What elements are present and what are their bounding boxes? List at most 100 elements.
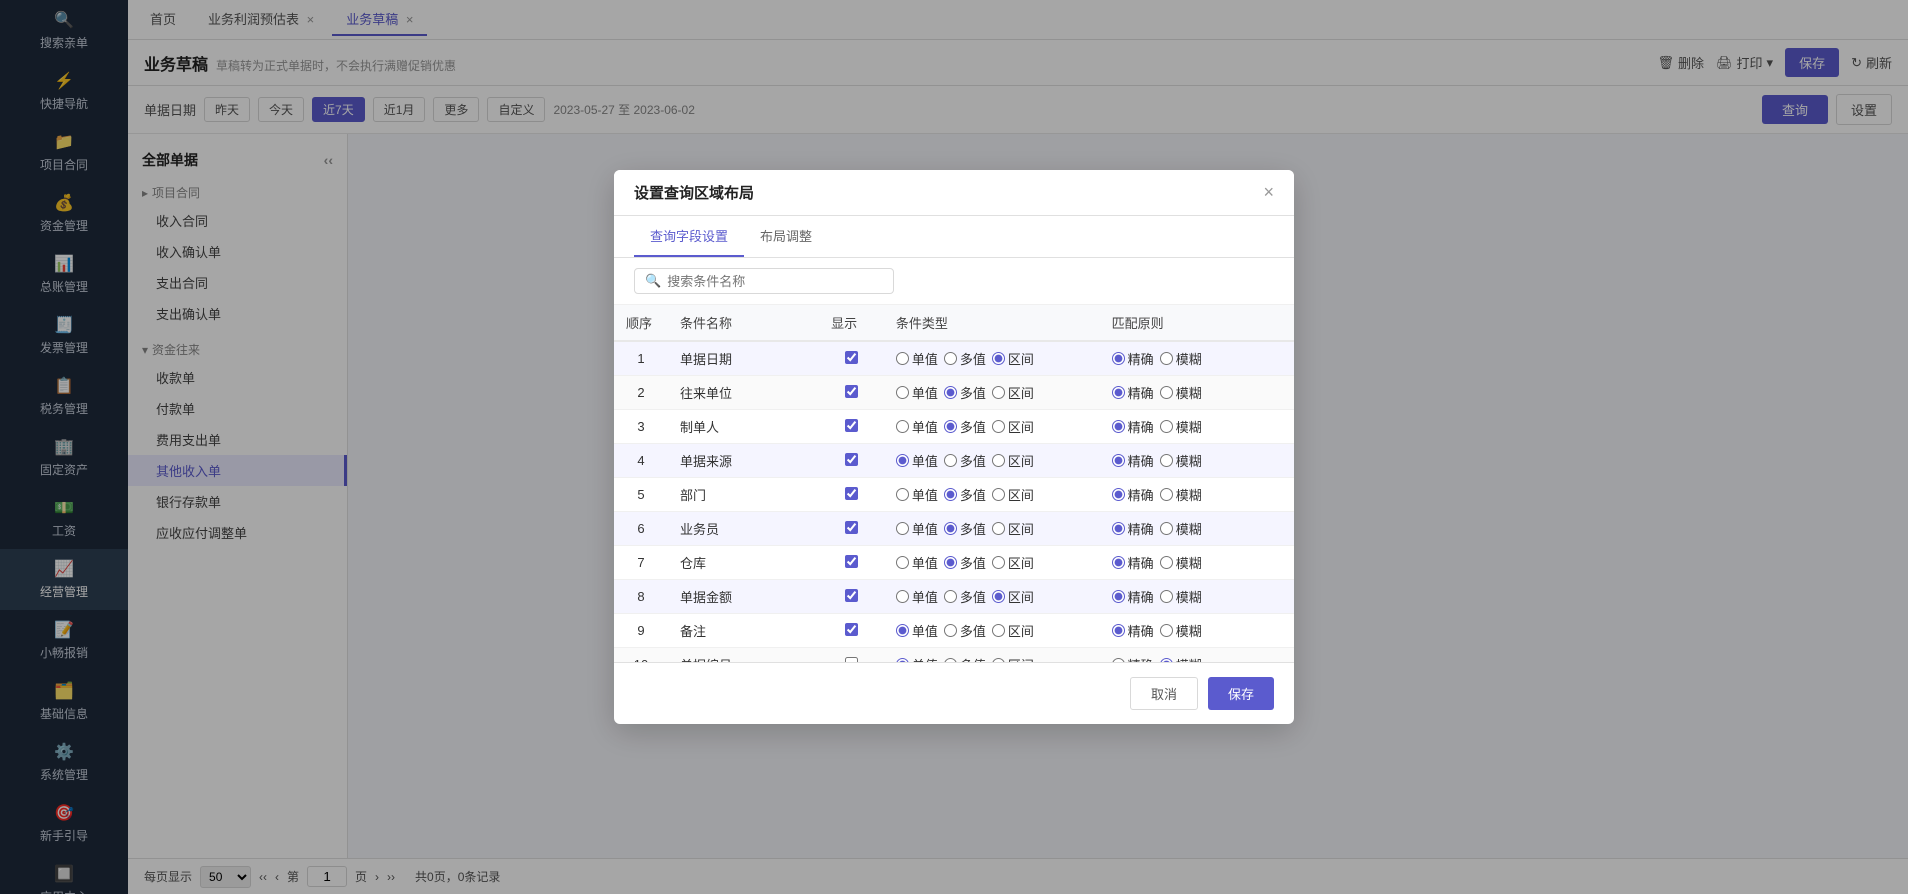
type-radio[interactable] <box>992 454 1005 467</box>
type-radio-label[interactable]: 多值 <box>944 621 986 640</box>
match-radio-label[interactable]: 模糊 <box>1160 587 1202 606</box>
type-radio-label[interactable]: 区间 <box>992 621 1034 640</box>
match-radio-label[interactable]: 模糊 <box>1160 485 1202 504</box>
display-checkbox[interactable] <box>845 657 858 663</box>
type-radio[interactable] <box>944 420 957 433</box>
type-radio[interactable] <box>896 556 909 569</box>
type-radio[interactable] <box>944 590 957 603</box>
match-radio[interactable] <box>1112 386 1125 399</box>
type-radio[interactable] <box>992 624 1005 637</box>
match-radio[interactable] <box>1112 454 1125 467</box>
type-radio[interactable] <box>944 522 957 535</box>
type-radio-label[interactable]: 多值 <box>944 655 986 662</box>
match-radio-label[interactable]: 模糊 <box>1160 621 1202 640</box>
type-radio-label[interactable]: 多值 <box>944 349 986 368</box>
type-radio-label[interactable]: 单值 <box>896 349 938 368</box>
type-radio-label[interactable]: 单值 <box>896 417 938 436</box>
type-radio[interactable] <box>896 658 909 662</box>
type-radio[interactable] <box>944 386 957 399</box>
search-condition-input[interactable] <box>667 274 883 289</box>
type-radio-label[interactable]: 单值 <box>896 451 938 470</box>
type-radio-label[interactable]: 多值 <box>944 553 986 572</box>
match-radio[interactable] <box>1112 590 1125 603</box>
match-radio-label[interactable]: 模糊 <box>1160 349 1202 368</box>
match-radio[interactable] <box>1160 522 1173 535</box>
modal-tab-query-fields[interactable]: 查询字段设置 <box>634 216 744 257</box>
match-radio[interactable] <box>1160 556 1173 569</box>
type-radio[interactable] <box>896 386 909 399</box>
display-checkbox[interactable] <box>845 589 858 602</box>
type-radio[interactable] <box>944 658 957 662</box>
match-radio-label[interactable]: 精确 <box>1112 349 1154 368</box>
match-radio[interactable] <box>1112 420 1125 433</box>
display-checkbox[interactable] <box>845 419 858 432</box>
type-radio-label[interactable]: 多值 <box>944 587 986 606</box>
type-radio[interactable] <box>944 488 957 501</box>
match-radio[interactable] <box>1112 522 1125 535</box>
type-radio-label[interactable]: 区间 <box>992 383 1034 402</box>
type-radio-label[interactable]: 单值 <box>896 519 938 538</box>
match-radio-label[interactable]: 模糊 <box>1160 383 1202 402</box>
match-radio-label[interactable]: 精确 <box>1112 383 1154 402</box>
type-radio[interactable] <box>896 624 909 637</box>
modal-close-button[interactable]: × <box>1263 182 1274 203</box>
type-radio-label[interactable]: 区间 <box>992 485 1034 504</box>
type-radio[interactable] <box>992 420 1005 433</box>
type-radio[interactable] <box>992 590 1005 603</box>
match-radio-label[interactable]: 精确 <box>1112 417 1154 436</box>
match-radio-label[interactable]: 精确 <box>1112 451 1154 470</box>
display-checkbox[interactable] <box>845 555 858 568</box>
match-radio-label[interactable]: 精确 <box>1112 519 1154 538</box>
display-checkbox[interactable] <box>845 453 858 466</box>
display-checkbox[interactable] <box>845 487 858 500</box>
match-radio-label[interactable]: 模糊 <box>1160 451 1202 470</box>
type-radio[interactable] <box>944 624 957 637</box>
display-checkbox[interactable] <box>845 521 858 534</box>
type-radio[interactable] <box>992 658 1005 662</box>
match-radio-label[interactable]: 模糊 <box>1160 519 1202 538</box>
type-radio-label[interactable]: 单值 <box>896 655 938 662</box>
display-checkbox[interactable] <box>845 351 858 364</box>
match-radio[interactable] <box>1112 556 1125 569</box>
type-radio-label[interactable]: 多值 <box>944 485 986 504</box>
type-radio[interactable] <box>992 522 1005 535</box>
match-radio-label[interactable]: 模糊 <box>1160 553 1202 572</box>
type-radio-label[interactable]: 区间 <box>992 349 1034 368</box>
match-radio[interactable] <box>1112 352 1125 365</box>
type-radio-label[interactable]: 区间 <box>992 519 1034 538</box>
match-radio-label[interactable]: 精确 <box>1112 553 1154 572</box>
match-radio[interactable] <box>1112 624 1125 637</box>
type-radio[interactable] <box>992 488 1005 501</box>
display-checkbox[interactable] <box>845 385 858 398</box>
type-radio-label[interactable]: 多值 <box>944 519 986 538</box>
match-radio-label[interactable]: 模糊 <box>1160 655 1202 662</box>
match-radio[interactable] <box>1160 624 1173 637</box>
match-radio[interactable] <box>1112 658 1125 662</box>
type-radio-label[interactable]: 多值 <box>944 417 986 436</box>
modal-save-button[interactable]: 保存 <box>1208 677 1274 710</box>
type-radio-label[interactable]: 区间 <box>992 417 1034 436</box>
type-radio-label[interactable]: 区间 <box>992 587 1034 606</box>
match-radio[interactable] <box>1160 590 1173 603</box>
match-radio-label[interactable]: 精确 <box>1112 587 1154 606</box>
type-radio-label[interactable]: 单值 <box>896 485 938 504</box>
type-radio-label[interactable]: 区间 <box>992 655 1034 662</box>
type-radio[interactable] <box>896 488 909 501</box>
match-radio-label[interactable]: 精确 <box>1112 621 1154 640</box>
type-radio[interactable] <box>896 420 909 433</box>
type-radio-label[interactable]: 区间 <box>992 553 1034 572</box>
type-radio[interactable] <box>944 454 957 467</box>
modal-tab-layout[interactable]: 布局调整 <box>744 216 828 257</box>
type-radio[interactable] <box>944 352 957 365</box>
match-radio[interactable] <box>1160 420 1173 433</box>
match-radio[interactable] <box>1160 352 1173 365</box>
type-radio[interactable] <box>896 454 909 467</box>
match-radio[interactable] <box>1160 454 1173 467</box>
match-radio-label[interactable]: 精确 <box>1112 485 1154 504</box>
match-radio-label[interactable]: 精确 <box>1112 655 1154 662</box>
display-checkbox[interactable] <box>845 623 858 636</box>
match-radio-label[interactable]: 模糊 <box>1160 417 1202 436</box>
match-radio[interactable] <box>1160 658 1173 662</box>
type-radio-label[interactable]: 单值 <box>896 553 938 572</box>
type-radio-label[interactable]: 区间 <box>992 451 1034 470</box>
